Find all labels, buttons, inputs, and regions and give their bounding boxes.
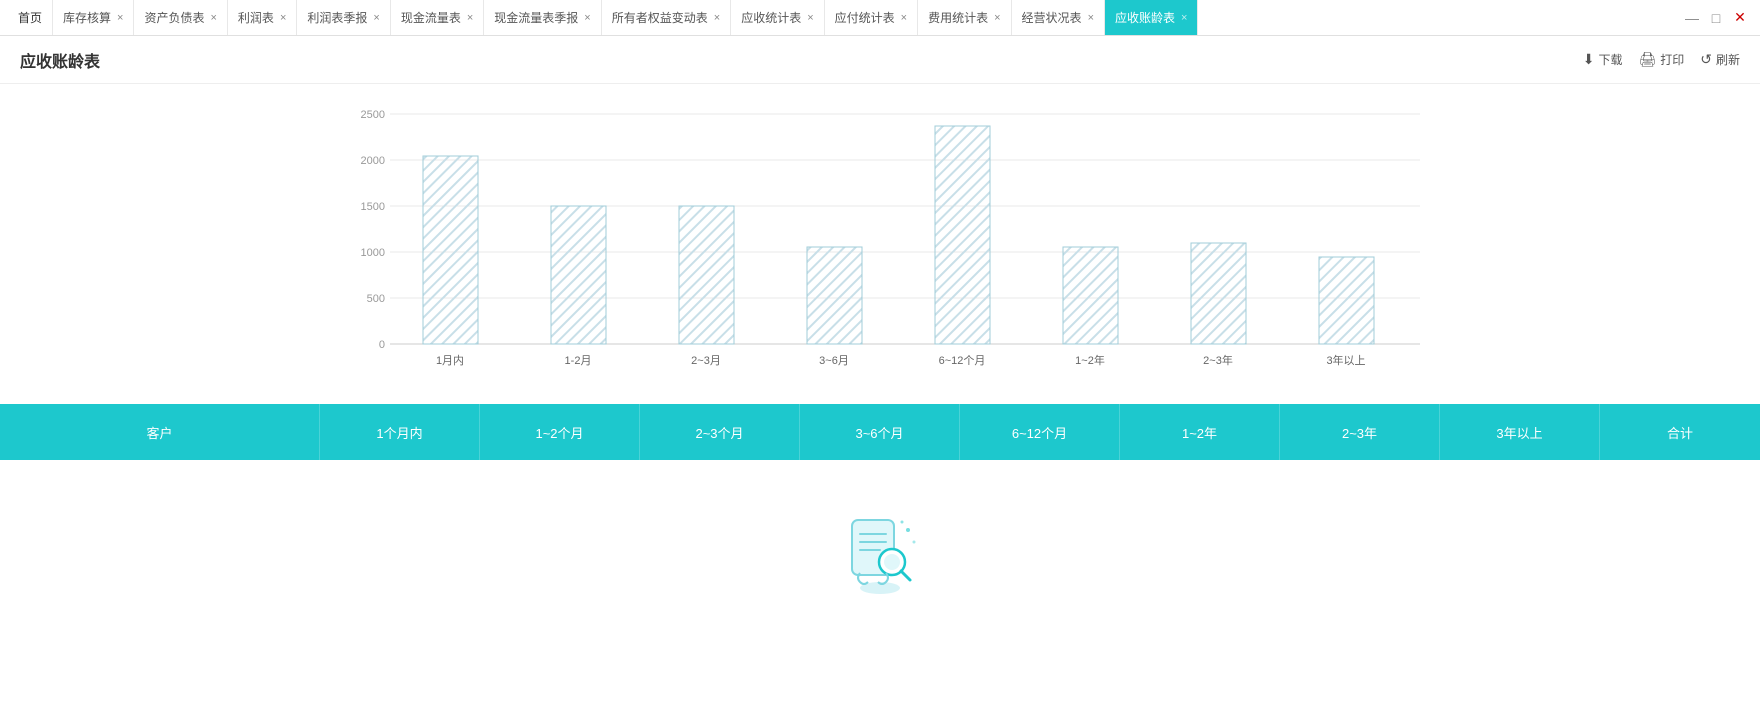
svg-text:1500: 1500	[361, 201, 385, 213]
minimize-button[interactable]: —	[1684, 10, 1700, 26]
tab-close-profit-q[interactable]: ×	[373, 12, 379, 24]
tab-close-ar-aging[interactable]: ×	[1181, 12, 1187, 24]
refresh-button[interactable]: ↺ 刷新	[1700, 51, 1740, 68]
svg-text:1000: 1000	[361, 247, 385, 259]
tab-home[interactable]: 首页	[8, 0, 53, 36]
tab-label-ap-stat: 应付统计表	[835, 9, 895, 26]
tab-label-profit: 利润表	[238, 9, 274, 26]
window-controls: — □ ✕	[1684, 10, 1752, 26]
tab-cashflow-q[interactable]: 现金流量表季报 ×	[484, 0, 601, 36]
tab-close-expense[interactable]: ×	[994, 12, 1000, 24]
tab-label-cashflow-q: 现金流量表季报	[494, 9, 578, 26]
table-col-3: 2~3个月	[640, 404, 800, 460]
download-icon: ⬇	[1583, 51, 1595, 68]
tab-label-expense: 费用统计表	[928, 9, 988, 26]
chart-container: 2500 2000 1500 1000 500 0	[30, 104, 1730, 394]
svg-text:1月内: 1月内	[436, 353, 464, 367]
tab-label-ops: 经营状况表	[1022, 9, 1082, 26]
tab-equity[interactable]: 所有者权益变动表 ×	[602, 0, 731, 36]
tab-ap-stat[interactable]: 应付统计表 ×	[825, 0, 918, 36]
tab-label-balance: 资产负债表	[144, 9, 204, 26]
svg-text:2000: 2000	[361, 155, 385, 167]
tab-label-equity: 所有者权益变动表	[612, 9, 708, 26]
svg-text:3年以上: 3年以上	[1326, 353, 1365, 367]
refresh-icon: ↺	[1700, 51, 1712, 68]
table-col-5: 6~12个月	[960, 404, 1120, 460]
maximize-button[interactable]: □	[1708, 10, 1724, 26]
table-header: 客户1个月内1~2个月2~3个月3~6个月6~12个月1~2年2~3年3年以上合…	[0, 404, 1760, 460]
print-button[interactable]: 🖨 打印	[1638, 51, 1684, 68]
table-col-1: 1个月内	[320, 404, 480, 460]
tab-ar-aging[interactable]: 应收账龄表 ×	[1105, 0, 1198, 36]
svg-text:500: 500	[367, 293, 385, 305]
tab-profit-q[interactable]: 利润表季报 ×	[297, 0, 390, 36]
svg-text:1-2月: 1-2月	[565, 355, 592, 367]
tab-inventory[interactable]: 库存核算 ×	[53, 0, 134, 36]
empty-icon	[830, 500, 930, 600]
tab-close-balance[interactable]: ×	[210, 12, 216, 24]
bar-7	[1191, 243, 1246, 344]
tab-close-ar-stat[interactable]: ×	[807, 12, 813, 24]
table-col-2: 1~2个月	[480, 404, 640, 460]
page-title: 应收账龄表	[20, 48, 100, 72]
tab-label-inventory: 库存核算	[63, 9, 111, 26]
tab-ops[interactable]: 经营状况表 ×	[1012, 0, 1105, 36]
empty-state	[0, 460, 1760, 600]
bar-1	[423, 156, 478, 344]
tab-ar-stat[interactable]: 应收统计表 ×	[731, 0, 824, 36]
tab-close-ap-stat[interactable]: ×	[901, 12, 907, 24]
page-header: 应收账龄表 ⬇ 下载 🖨 打印 ↺ 刷新	[0, 36, 1760, 84]
svg-text:2~3月: 2~3月	[691, 355, 721, 367]
tab-home-label: 首页	[18, 9, 42, 26]
table-col-8: 3年以上	[1440, 404, 1600, 460]
table-col-9: 合计	[1600, 404, 1760, 460]
tab-close-inventory[interactable]: ×	[117, 12, 123, 24]
svg-text:6~12个月: 6~12个月	[939, 354, 986, 367]
tab-label-ar-stat: 应收统计表	[741, 9, 801, 26]
bar-3	[679, 206, 734, 344]
bar-chart: 2500 2000 1500 1000 500 0	[330, 104, 1430, 394]
table-col-7: 2~3年	[1280, 404, 1440, 460]
tab-label-cashflow: 现金流量表	[401, 9, 461, 26]
bar-5	[935, 126, 990, 344]
svg-text:2500: 2500	[361, 109, 385, 121]
svg-text:2~3年: 2~3年	[1203, 353, 1233, 367]
tab-close-cashflow-q[interactable]: ×	[584, 12, 590, 24]
bar-8	[1319, 257, 1374, 344]
svg-text:3~6月: 3~6月	[819, 355, 849, 367]
tab-label-ar-aging: 应收账龄表	[1115, 9, 1175, 26]
tab-balance[interactable]: 资产负债表 ×	[134, 0, 227, 36]
chart-area: 2500 2000 1500 1000 500 0	[0, 84, 1760, 404]
header-actions: ⬇ 下载 🖨 打印 ↺ 刷新	[1583, 51, 1740, 68]
close-button[interactable]: ✕	[1732, 10, 1748, 26]
tab-close-cashflow[interactable]: ×	[467, 12, 473, 24]
table-col-0: 客户	[0, 404, 320, 460]
print-icon: 🖨	[1638, 51, 1656, 68]
svg-text:0: 0	[379, 339, 385, 351]
bar-6	[1063, 247, 1118, 344]
tab-expense[interactable]: 费用统计表 ×	[918, 0, 1011, 36]
tab-close-equity[interactable]: ×	[714, 12, 720, 24]
svg-text:1~2年: 1~2年	[1075, 353, 1105, 367]
tab-close-ops[interactable]: ×	[1088, 12, 1094, 24]
tab-bar: 首页 库存核算×资产负债表×利润表×利润表季报×现金流量表×现金流量表季报×所有…	[0, 0, 1760, 36]
main-content: 2500 2000 1500 1000 500 0	[0, 84, 1760, 720]
tab-close-profit[interactable]: ×	[280, 12, 286, 24]
table-col-6: 1~2年	[1120, 404, 1280, 460]
download-button[interactable]: ⬇ 下载	[1583, 51, 1623, 68]
tab-cashflow[interactable]: 现金流量表 ×	[391, 0, 484, 36]
bar-2	[551, 206, 606, 344]
tab-label-profit-q: 利润表季报	[307, 9, 367, 26]
bar-4	[807, 247, 862, 344]
tab-profit[interactable]: 利润表 ×	[228, 0, 297, 36]
table-col-4: 3~6个月	[800, 404, 960, 460]
